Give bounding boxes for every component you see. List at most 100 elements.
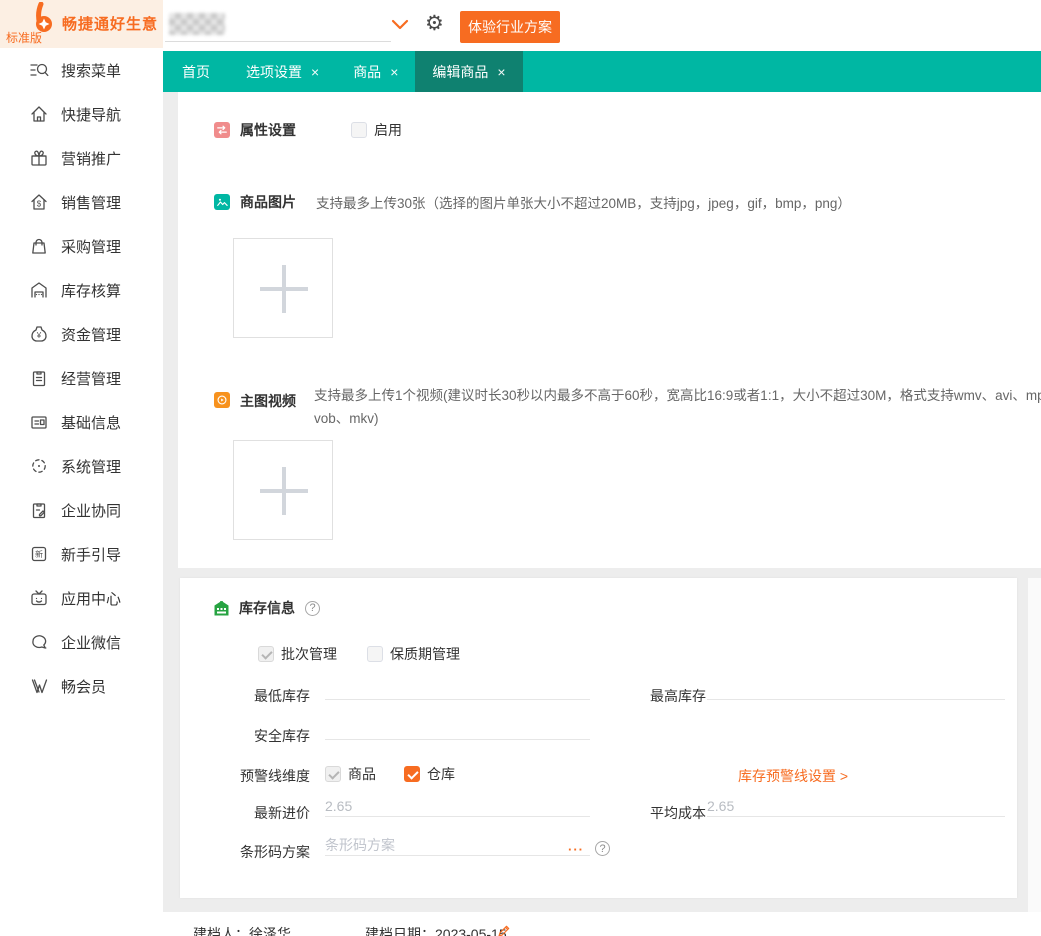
gift-icon [28,147,50,169]
tab-option-settings[interactable]: 选项设置 × [229,51,336,92]
warehouse-icon [28,279,50,301]
brand-name: 畅捷通好生意 [62,16,159,33]
tab-label: 编辑商品 [432,63,489,80]
sidebar-item-funds[interactable]: ¥ 资金管理 [0,312,163,356]
dashed-circle-icon [28,455,50,477]
clipboard-pen-icon [28,499,50,521]
sidebar-item-sales[interactable]: $ 销售管理 [0,180,163,224]
edit-date-icon[interactable] [497,924,511,936]
safety-stock-label: 安全库存 [254,728,310,744]
warehouse-green-icon [213,600,230,617]
dim-goods-checkbox [325,766,341,782]
sidebar-item-label: 基础信息 [61,414,122,432]
barcode-more-button[interactable]: ··· [568,842,584,857]
stock-warning-settings-link[interactable]: 库存预警线设置 > [738,766,848,786]
close-icon[interactable]: × [390,64,398,80]
gear-icon[interactable]: ⚙ [425,11,444,35]
sidebar-item-system[interactable]: 系统管理 [0,444,163,488]
chevron-down-icon[interactable] [391,18,409,34]
sidebar-item-newbie-guide[interactable]: 新 新手引导 [0,532,163,576]
sidebar-item-member[interactable]: 畅会员 [0,664,163,708]
enable-label: 启用 [374,122,402,138]
sidebar-item-label: 系统管理 [61,458,122,476]
experience-plan-button[interactable]: 体验行业方案 [460,11,560,43]
created-date-text: 建档日期：2023-05-15 [365,926,507,936]
account-selector-value-censored [169,13,225,35]
creator-text: 建档人：徐泽华 [193,926,291,936]
main-video-row: 主图视频 支持最多上传1个视频(建议时长30秒以内最多不高于60秒，宽高比16:… [214,384,1041,427]
avg-cost-input [707,795,1005,817]
barcode-input[interactable] [325,834,590,856]
inventory-toggles-row: 批次管理 保质期管理 [258,644,460,664]
attributes-icon [214,122,230,138]
sidebar-item-label: 经营管理 [61,370,122,388]
record-footer: 建档人：徐泽华 建档日期：2023-05-15 [163,912,1041,936]
batch-manage-checkbox [258,646,274,662]
plus-icon [282,265,286,313]
sidebar-item-search-menu[interactable]: 搜索菜单 [0,48,163,92]
shelf-life-label: 保质期管理 [390,646,460,662]
sidebar-item-label: 快捷导航 [61,106,122,124]
sidebar-item-label: 库存核算 [61,282,122,300]
barcode-help-icon[interactable]: ? [595,841,610,856]
tab-label: 首页 [182,63,210,80]
sidebar-item-marketing[interactable]: 营销推广 [0,136,163,180]
sidebar-item-label: 企业协同 [61,502,122,520]
edition-badge: 标准版 [6,31,43,45]
tab-goods[interactable]: 商品 × [336,51,415,92]
inventory-header: 库存信息 ? [213,598,320,618]
batch-manage-label: 批次管理 [281,646,337,662]
sidebar-menu: 搜索菜单 快捷导航 营销推广 $ 销售管理 采购管理 库存核算 ¥ 资金管理 经… [0,48,163,708]
shelf-life-checkbox[interactable] [367,646,383,662]
dim-warehouse-checkbox[interactable] [404,766,420,782]
goods-images-row: 商品图片 支持最多上传30张（选择的图片单张大小不超过20MB，支持jpg，jp… [214,192,851,212]
tab-home[interactable]: 首页 [163,51,229,92]
close-icon[interactable]: × [497,64,505,80]
image-upload-box[interactable] [233,238,333,338]
content-area: 属性设置 启用 商品图片 支持最多上传30张（选择的图片单张大小不超过20MB，… [163,92,1041,936]
safety-stock-input[interactable] [325,718,590,740]
logo-block: 畅捷通好生意 标准版 [0,0,163,48]
inventory-title: 库存信息 [239,600,295,616]
attributes-row: 属性设置 启用 [214,120,402,140]
plus-icon [282,467,286,515]
sidebar-item-app-center[interactable]: 应用中心 [0,576,163,620]
home-icon [28,103,50,125]
main-video-hint-line2: vob、mkv) [314,411,379,426]
tab-edit-goods[interactable]: 编辑商品 × [415,51,523,92]
sidebar-item-label: 资金管理 [61,326,122,344]
sidebar-item-operations[interactable]: 经营管理 [0,356,163,400]
inventory-help-icon[interactable]: ? [305,600,320,616]
warning-dim-label: 预警线维度 [240,768,310,784]
shopping-bag-icon [28,235,50,257]
tv-smile-icon [28,587,50,609]
video-icon [214,392,230,408]
member-v-icon [28,675,50,697]
main-video-hint-line1: 支持最多上传1个视频(建议时长30秒以内最多不高于60秒，宽高比16:9或者1:… [314,388,1041,403]
min-stock-input[interactable] [325,678,590,700]
latest-price-label: 最新进价 [254,805,310,821]
main-video-title: 主图视频 [240,393,296,409]
sidebar-item-purchase[interactable]: 采购管理 [0,224,163,268]
sidebar-item-label: 搜索菜单 [61,62,122,80]
top-bar: ⚙ 体验行业方案 [163,0,1041,51]
goods-images-title: 商品图片 [240,194,296,210]
svg-text:新: 新 [35,549,43,559]
sidebar-item-quick-nav[interactable]: 快捷导航 [0,92,163,136]
sidebar-item-inventory[interactable]: 库存核算 [0,268,163,312]
sidebar-item-wechat-work[interactable]: 企业微信 [0,620,163,664]
tab-bar: 首页 选项设置 × 商品 × 编辑商品 × [163,51,1041,92]
goods-edit-panel: 属性设置 启用 商品图片 支持最多上传30张（选择的图片单张大小不超过20MB，… [178,92,1041,568]
video-upload-box[interactable] [233,440,333,540]
sidebar-item-label: 营销推广 [61,150,122,168]
sidebar-item-base-info[interactable]: 基础信息 [0,400,163,444]
dim-warehouse-label: 仓库 [427,766,455,782]
scrollbar-track[interactable] [1028,578,1041,912]
money-bag-icon: ¥ [28,323,50,345]
max-stock-input[interactable] [707,678,1005,700]
sidebar-item-collaboration[interactable]: 企业协同 [0,488,163,532]
enable-checkbox[interactable] [351,122,367,138]
dim-goods-label: 商品 [348,766,376,782]
close-icon[interactable]: × [311,64,319,80]
svg-text:$: $ [37,200,42,209]
